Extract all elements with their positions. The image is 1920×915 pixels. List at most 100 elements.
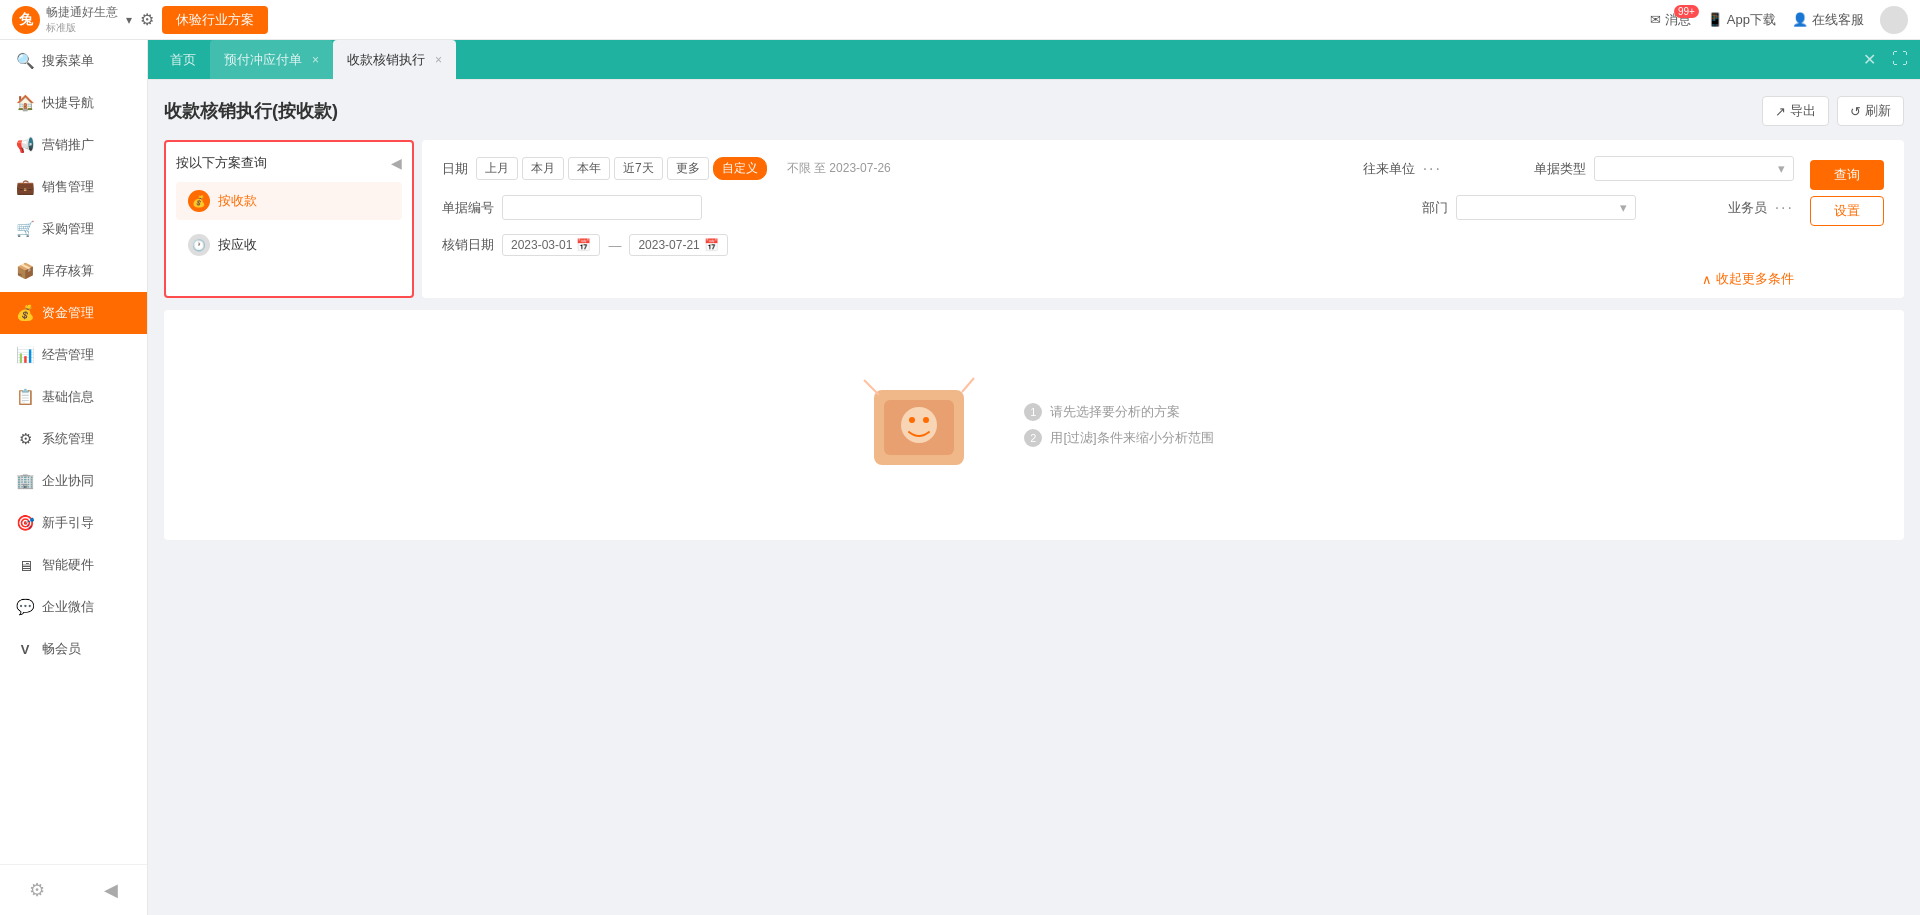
tab-expand-btn[interactable]: ⛶ bbox=[1888, 46, 1912, 73]
sidebar-item-marketing[interactable]: 📢 营销推广 bbox=[0, 124, 147, 166]
date-btn-this-year[interactable]: 本年 bbox=[568, 157, 610, 180]
sidebar-item-basicinfo[interactable]: 📋 基础信息 bbox=[0, 376, 147, 418]
sidebar-item-search[interactable]: 🔍 搜索菜单 bbox=[0, 40, 147, 82]
sidebar-label-system: 系统管理 bbox=[42, 430, 94, 448]
empty-tip-1: 1 请先选择要分析的方案 bbox=[1024, 403, 1213, 421]
industry-button[interactable]: 休验行业方案 bbox=[162, 6, 268, 34]
dept-field: 部门 ▾ bbox=[1422, 195, 1636, 220]
sidebar-item-tutorial[interactable]: 🎯 新手引导 bbox=[0, 502, 147, 544]
tip-num-2: 2 bbox=[1024, 429, 1042, 447]
sidebar-item-wechat[interactable]: 💬 企业微信 bbox=[0, 586, 147, 628]
doc-num-field: 单据编号 bbox=[442, 195, 702, 220]
receivable-option-icon: 🕐 bbox=[188, 234, 210, 256]
doc-type-select[interactable]: ▾ bbox=[1594, 156, 1794, 181]
logo-text: 畅捷通好生意 bbox=[46, 4, 118, 21]
collapse-more-btn[interactable]: ∧ 收起更多条件 bbox=[442, 270, 1794, 288]
page-actions: ↗ 导出 ↺ 刷新 bbox=[1762, 96, 1904, 126]
empty-content: 1 请先选择要分析的方案 2 用[过滤]条件来缩小分析范围 bbox=[854, 370, 1213, 480]
sidebar-label-funds: 资金管理 bbox=[42, 304, 94, 322]
date-btn-custom[interactable]: 自定义 bbox=[713, 157, 767, 180]
svg-point-4 bbox=[923, 417, 929, 423]
online-service-btn[interactable]: 👤 在线客服 bbox=[1792, 11, 1864, 29]
sidebar-item-inventory[interactable]: 📦 库存核算 bbox=[0, 250, 147, 292]
app-download-btn[interactable]: 📱 App下载 bbox=[1707, 11, 1776, 29]
sidebar-item-operations[interactable]: 📊 经营管理 bbox=[0, 334, 147, 376]
tab-prepay-close[interactable]: × bbox=[312, 53, 319, 67]
verify-date-end-cal-icon: 📅 bbox=[704, 238, 719, 252]
sidebar-item-purchase[interactable]: 🛒 采购管理 bbox=[0, 208, 147, 250]
sidebar-item-sales[interactable]: 💼 销售管理 bbox=[0, 166, 147, 208]
operations-icon: 📊 bbox=[16, 346, 34, 364]
filter-form-wrapper: 日期 上月 本月 本年 近7天 更多 自定义 bbox=[442, 156, 1884, 288]
topbar: 兔 畅捷通好生意 标准版 ▾ ⚙ 休验行业方案 ✉ 消息 99+ 📱 App下载… bbox=[0, 0, 1920, 40]
tip-num-1: 1 bbox=[1024, 403, 1042, 421]
tab-close-btn[interactable]: ✕ bbox=[1859, 46, 1880, 73]
page-content: 收款核销执行(按收款) ↗ 导出 ↺ 刷新 按以下方案 bbox=[148, 80, 1920, 915]
sidebar-item-funds[interactable]: 💰 资金管理 bbox=[0, 292, 147, 334]
export-button[interactable]: ↗ 导出 bbox=[1762, 96, 1829, 126]
filter-collapse-icon[interactable]: ◀ bbox=[391, 155, 402, 171]
date-btn-7days[interactable]: 近7天 bbox=[614, 157, 663, 180]
svg-line-5 bbox=[864, 380, 879, 395]
tab-prepay-label: 预付冲应付单 bbox=[224, 51, 302, 69]
sidebar-item-quicknav[interactable]: 🏠 快捷导航 bbox=[0, 82, 147, 124]
salesperson-dots-btn[interactable]: ··· bbox=[1775, 199, 1794, 217]
doc-num-label: 单据编号 bbox=[442, 199, 494, 217]
tab-bar: 首页 预付冲应付单 × 收款核销执行 × ✕ ⛶ bbox=[148, 40, 1920, 80]
date-quick-buttons: 上月 本月 本年 近7天 更多 自定义 bbox=[476, 157, 767, 180]
inventory-icon: 📦 bbox=[16, 262, 34, 280]
collapse-more-label: 收起更多条件 bbox=[1716, 270, 1794, 288]
refresh-label: 刷新 bbox=[1865, 102, 1891, 120]
topbar-gear-icon[interactable]: ⚙ bbox=[140, 10, 154, 29]
sidebar: 🔍 搜索菜单 🏠 快捷导航 📢 营销推广 💼 销售管理 🛒 采购管理 📦 库存核… bbox=[0, 40, 148, 915]
export-label: 导出 bbox=[1790, 102, 1816, 120]
user-avatar[interactable] bbox=[1880, 6, 1908, 34]
filter-option-by-receivable[interactable]: 🕐 按应收 bbox=[176, 226, 402, 264]
main-layout: 🔍 搜索菜单 🏠 快捷导航 📢 营销推广 💼 销售管理 🛒 采购管理 📦 库存核… bbox=[0, 40, 1920, 915]
sidebar-item-hardware[interactable]: 🖥 智能硬件 bbox=[0, 544, 147, 586]
verify-date-end-input[interactable]: 2023-07-21 📅 bbox=[629, 234, 727, 256]
date-btn-more[interactable]: 更多 bbox=[667, 157, 709, 180]
app-download-label: App下载 bbox=[1727, 11, 1776, 29]
receipt-option-icon: 💰 bbox=[188, 190, 210, 212]
salesperson-field: 业务员 ··· bbox=[1728, 199, 1794, 217]
doc-type-label: 单据类型 bbox=[1534, 160, 1586, 178]
sidebar-item-enterprise[interactable]: 🏢 企业协同 bbox=[0, 460, 147, 502]
refresh-icon: ↺ bbox=[1850, 104, 1861, 119]
logo-dropdown-icon[interactable]: ▾ bbox=[126, 13, 132, 27]
query-button[interactable]: 查询 bbox=[1810, 160, 1884, 190]
sidebar-label-operations: 经营管理 bbox=[42, 346, 94, 364]
salesperson-label: 业务员 bbox=[1728, 199, 1767, 217]
dept-select[interactable]: ▾ bbox=[1456, 195, 1636, 220]
sidebar-settings-btn[interactable]: ⚙ bbox=[23, 873, 51, 907]
filter-fields: 日期 上月 本月 本年 近7天 更多 自定义 bbox=[442, 156, 1794, 288]
tab-verify[interactable]: 收款核销执行 × bbox=[333, 40, 456, 80]
verify-date-start-input[interactable]: 2023-03-01 📅 bbox=[502, 234, 600, 256]
settings-button[interactable]: 设置 bbox=[1810, 196, 1884, 226]
sidebar-label-inventory: 库存核算 bbox=[42, 262, 94, 280]
sidebar-item-system[interactable]: ⚙ 系统管理 bbox=[0, 418, 147, 460]
date-btn-this-month[interactable]: 本月 bbox=[522, 157, 564, 180]
topbar-logo: 兔 畅捷通好生意 标准版 bbox=[12, 4, 118, 35]
sidebar-item-member[interactable]: V 畅会员 bbox=[0, 628, 147, 670]
sidebar-label-marketing: 营销推广 bbox=[42, 136, 94, 154]
date-btn-last-month[interactable]: 上月 bbox=[476, 157, 518, 180]
tab-home[interactable]: 首页 bbox=[156, 40, 210, 80]
message-btn[interactable]: ✉ 消息 99+ bbox=[1650, 11, 1691, 29]
topbar-left: 兔 畅捷通好生意 标准版 ▾ ⚙ 休验行业方案 bbox=[12, 4, 268, 35]
refresh-button[interactable]: ↺ 刷新 bbox=[1837, 96, 1904, 126]
filter-right-panel: 日期 上月 本月 本年 近7天 更多 自定义 bbox=[422, 140, 1904, 298]
doc-num-input[interactable] bbox=[502, 195, 702, 220]
system-icon: ⚙ bbox=[16, 430, 34, 448]
tutorial-icon: 🎯 bbox=[16, 514, 34, 532]
svg-point-3 bbox=[909, 417, 915, 423]
verify-date-end-value: 2023-07-21 bbox=[638, 238, 699, 252]
filter-option-by-receipt[interactable]: 💰 按收款 bbox=[176, 182, 402, 220]
purchase-icon: 🛒 bbox=[16, 220, 34, 238]
sidebar-collapse-btn[interactable]: ◀ bbox=[98, 873, 124, 907]
sidebar-label-purchase: 采购管理 bbox=[42, 220, 94, 238]
tab-prepay[interactable]: 预付冲应付单 × bbox=[210, 40, 333, 80]
date-dash: — bbox=[608, 238, 621, 253]
tab-verify-close[interactable]: × bbox=[435, 53, 442, 67]
counterparty-dots-btn[interactable]: ··· bbox=[1423, 160, 1442, 178]
